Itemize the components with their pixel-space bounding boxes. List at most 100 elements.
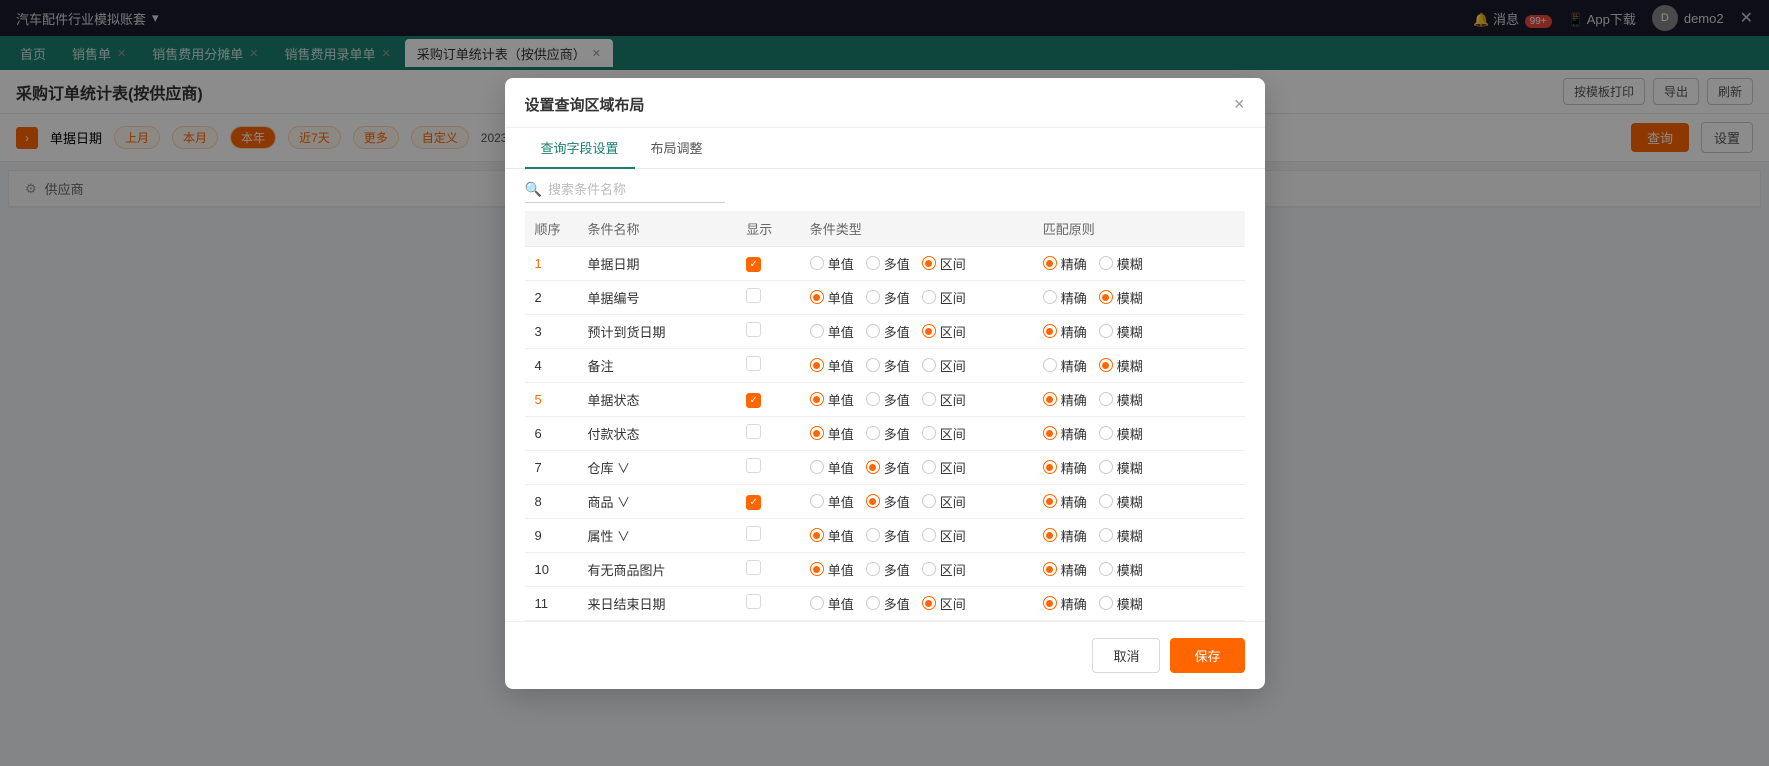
radio-label: 多值 xyxy=(884,594,910,613)
type-radio-type_multi[interactable]: 多值 xyxy=(866,492,910,511)
type-radio-type_range[interactable]: 区间 xyxy=(922,560,966,579)
match-cell: 精确模糊 xyxy=(1033,416,1245,450)
type-radio-type_range[interactable]: 区间 xyxy=(922,492,966,511)
modal-tab-fields[interactable]: 查询字段设置 xyxy=(525,128,635,169)
radio-dot xyxy=(1043,324,1057,338)
modal-tab-layout[interactable]: 布局调整 xyxy=(635,128,719,169)
save-button[interactable]: 保存 xyxy=(1170,638,1244,673)
type-radio-type_single[interactable]: 单值 xyxy=(810,594,854,613)
display-checkbox-cell[interactable] xyxy=(736,552,800,586)
match-radio-match_exact[interactable]: 精确 xyxy=(1043,288,1087,307)
type-radio-type_range[interactable]: 区间 xyxy=(922,288,966,307)
match-radio-match_exact[interactable]: 精确 xyxy=(1043,492,1087,511)
type-radio-type_range[interactable]: 区间 xyxy=(922,322,966,341)
match-radio-match_fuzzy[interactable]: 模糊 xyxy=(1099,458,1143,477)
type-radio-type_multi[interactable]: 多值 xyxy=(866,594,910,613)
display-checkbox-cell[interactable] xyxy=(736,416,800,450)
match-radio-match_exact[interactable]: 精确 xyxy=(1043,560,1087,579)
type-radio-type_range[interactable]: 区间 xyxy=(922,254,966,273)
display-checkbox-cell[interactable] xyxy=(736,450,800,484)
radio-dot xyxy=(866,324,880,338)
type-radio-type_single[interactable]: 单值 xyxy=(810,390,854,409)
type-radio-type_single[interactable]: 单值 xyxy=(810,492,854,511)
type-radio-type_range[interactable]: 区间 xyxy=(922,594,966,613)
type-radio-type_single[interactable]: 单值 xyxy=(810,424,854,443)
match-radio-match_fuzzy[interactable]: 模糊 xyxy=(1099,288,1143,307)
match-radio-match_fuzzy[interactable]: 模糊 xyxy=(1099,322,1143,341)
type-radio-type_multi[interactable]: 多值 xyxy=(866,458,910,477)
radio-label: 区间 xyxy=(940,560,966,579)
match-radio-match_fuzzy[interactable]: 模糊 xyxy=(1099,356,1143,375)
type-radio-type_multi[interactable]: 多值 xyxy=(866,356,910,375)
match-radio-match_exact[interactable]: 精确 xyxy=(1043,322,1087,341)
type-radio-type_range[interactable]: 区间 xyxy=(922,356,966,375)
radio-dot xyxy=(922,256,936,270)
type-radio-type_multi[interactable]: 多值 xyxy=(866,390,910,409)
type-radio-type_multi[interactable]: 多值 xyxy=(866,424,910,443)
table-row: 8商品 ∨单值多值区间精确模糊 xyxy=(525,484,1245,518)
match-radio-match_exact[interactable]: 精确 xyxy=(1043,356,1087,375)
display-checkbox[interactable] xyxy=(746,424,761,439)
display-checkbox[interactable] xyxy=(746,560,761,575)
type-radio-type_single[interactable]: 单值 xyxy=(810,254,854,273)
type-radio-type_range[interactable]: 区间 xyxy=(922,390,966,409)
display-checkbox[interactable] xyxy=(746,393,761,408)
type-radio-type_range[interactable]: 区间 xyxy=(922,526,966,545)
radio-label: 精确 xyxy=(1061,526,1087,545)
match-radio-match_fuzzy[interactable]: 模糊 xyxy=(1099,424,1143,443)
display-checkbox-cell[interactable] xyxy=(736,586,800,620)
type-radio-type_single[interactable]: 单值 xyxy=(810,458,854,477)
display-checkbox-cell[interactable] xyxy=(736,246,800,280)
match-radio-match_exact[interactable]: 精确 xyxy=(1043,526,1087,545)
display-checkbox[interactable] xyxy=(746,526,761,541)
match-radio-match_exact[interactable]: 精确 xyxy=(1043,424,1087,443)
type-radio-type_multi[interactable]: 多值 xyxy=(866,560,910,579)
type-radio-type_multi[interactable]: 多值 xyxy=(866,254,910,273)
display-checkbox[interactable] xyxy=(746,288,761,303)
seq-cell: 8 xyxy=(525,484,578,518)
type-radio-type_range[interactable]: 区间 xyxy=(922,424,966,443)
radio-label: 区间 xyxy=(940,424,966,443)
match-radio-match_exact[interactable]: 精确 xyxy=(1043,390,1087,409)
type-radio-type_single[interactable]: 单值 xyxy=(810,356,854,375)
type-radio-type_single[interactable]: 单值 xyxy=(810,526,854,545)
radio-dot xyxy=(810,528,824,542)
modal-close-button[interactable]: × xyxy=(1234,95,1245,113)
cancel-button[interactable]: 取消 xyxy=(1092,638,1160,673)
type-radio-type_single[interactable]: 单值 xyxy=(810,560,854,579)
display-checkbox-cell[interactable] xyxy=(736,518,800,552)
display-checkbox-cell[interactable] xyxy=(736,382,800,416)
display-checkbox[interactable] xyxy=(746,356,761,371)
radio-dot xyxy=(1099,256,1113,270)
match-radio-match_fuzzy[interactable]: 模糊 xyxy=(1099,560,1143,579)
match-radio-match_fuzzy[interactable]: 模糊 xyxy=(1099,594,1143,613)
type-radio-type_single[interactable]: 单值 xyxy=(810,288,854,307)
match-radio-match_exact[interactable]: 精确 xyxy=(1043,594,1087,613)
type-radio-type_multi[interactable]: 多值 xyxy=(866,322,910,341)
radio-label: 单值 xyxy=(828,254,854,273)
display-checkbox[interactable] xyxy=(746,257,761,272)
display-checkbox-cell[interactable] xyxy=(736,348,800,382)
display-checkbox-cell[interactable] xyxy=(736,484,800,518)
match-radio-match_fuzzy[interactable]: 模糊 xyxy=(1099,254,1143,273)
table-row: 10有无商品图片单值多值区间精确模糊 xyxy=(525,552,1245,586)
display-checkbox[interactable] xyxy=(746,458,761,473)
type-radio-type_single[interactable]: 单值 xyxy=(810,322,854,341)
match-radio-match_fuzzy[interactable]: 模糊 xyxy=(1099,492,1143,511)
type-radio-type_range[interactable]: 区间 xyxy=(922,458,966,477)
type-radio-type_multi[interactable]: 多值 xyxy=(866,288,910,307)
match-radio-match_exact[interactable]: 精确 xyxy=(1043,254,1087,273)
modal-tab-layout-label: 布局调整 xyxy=(651,141,703,156)
search-input[interactable] xyxy=(548,182,708,197)
radio-dot xyxy=(866,460,880,474)
display-checkbox-cell[interactable] xyxy=(736,314,800,348)
display-checkbox[interactable] xyxy=(746,322,761,337)
display-checkbox[interactable] xyxy=(746,495,761,510)
radio-label: 区间 xyxy=(940,356,966,375)
display-checkbox[interactable] xyxy=(746,594,761,609)
display-checkbox-cell[interactable] xyxy=(736,280,800,314)
match-radio-match_exact[interactable]: 精确 xyxy=(1043,458,1087,477)
match-radio-match_fuzzy[interactable]: 模糊 xyxy=(1099,526,1143,545)
match-radio-match_fuzzy[interactable]: 模糊 xyxy=(1099,390,1143,409)
type-radio-type_multi[interactable]: 多值 xyxy=(866,526,910,545)
